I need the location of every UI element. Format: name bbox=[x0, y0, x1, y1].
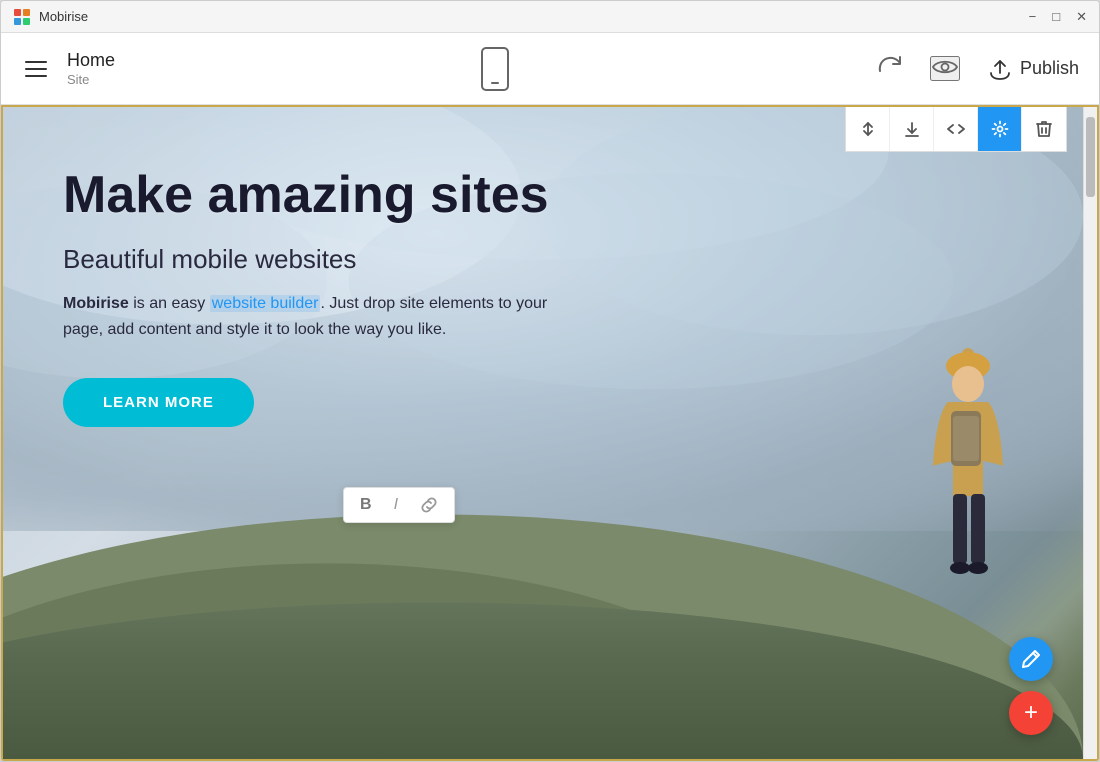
scrollbar-thumb[interactable] bbox=[1086, 117, 1095, 197]
app-logo-icon bbox=[13, 8, 31, 26]
text-format-toolbar: B I bbox=[343, 487, 455, 523]
italic-button[interactable]: I bbox=[390, 494, 402, 516]
close-button[interactable]: ✕ bbox=[1076, 10, 1087, 23]
add-icon: + bbox=[1024, 701, 1038, 725]
publish-label: Publish bbox=[1020, 58, 1079, 79]
reorder-icon bbox=[859, 120, 877, 138]
code-button[interactable] bbox=[934, 107, 978, 151]
hero-desc-text1: is an easy bbox=[129, 295, 210, 312]
main-area: Make amazing sites Beautiful mobile webs… bbox=[1, 105, 1099, 761]
titlebar: Mobirise − □ ✕ bbox=[1, 1, 1099, 33]
undo-button[interactable] bbox=[876, 55, 902, 83]
toolbar-center bbox=[481, 47, 509, 91]
hero-description[interactable]: Mobirise is an easy website builder. Jus… bbox=[63, 291, 583, 342]
hamburger-line-3 bbox=[25, 75, 47, 77]
app-title: Mobirise bbox=[39, 9, 88, 24]
learn-more-button[interactable]: LEARN MORE bbox=[63, 378, 254, 427]
site-info: Home Site bbox=[67, 50, 115, 87]
hero-subtitle[interactable]: Beautiful mobile websites bbox=[63, 244, 1023, 275]
maximize-button[interactable]: □ bbox=[1052, 10, 1060, 23]
download-button[interactable] bbox=[890, 107, 934, 151]
settings-button[interactable] bbox=[978, 107, 1022, 151]
bold-icon: B bbox=[360, 496, 372, 514]
hero-content: Make amazing sites Beautiful mobile webs… bbox=[3, 107, 1083, 759]
site-name: Home bbox=[67, 50, 115, 72]
toolbar: Home Site bbox=[1, 33, 1099, 105]
hero-section: Make amazing sites Beautiful mobile webs… bbox=[3, 107, 1083, 759]
link-button[interactable] bbox=[416, 494, 442, 516]
toolbar-right: Publish bbox=[876, 55, 1079, 83]
app-window: Mobirise − □ ✕ Home Site bbox=[0, 0, 1100, 762]
delete-button[interactable] bbox=[1022, 107, 1066, 151]
settings-icon bbox=[991, 120, 1009, 138]
minimize-button[interactable]: − bbox=[1029, 10, 1037, 23]
bold-button[interactable]: B bbox=[356, 494, 376, 516]
publish-icon bbox=[988, 58, 1012, 80]
hamburger-line-2 bbox=[25, 68, 47, 70]
menu-button[interactable] bbox=[21, 57, 51, 81]
hero-desc-highlight: website builder bbox=[210, 295, 321, 312]
link-icon bbox=[420, 496, 438, 514]
eye-icon bbox=[932, 58, 958, 76]
hero-desc-bold: Mobirise bbox=[63, 295, 129, 312]
titlebar-controls: − □ ✕ bbox=[1029, 10, 1087, 23]
pencil-icon bbox=[1021, 649, 1041, 669]
code-icon bbox=[947, 120, 965, 138]
toolbar-left: Home Site bbox=[21, 50, 115, 87]
trash-icon bbox=[1036, 120, 1052, 138]
undo-icon bbox=[876, 55, 902, 77]
fab-container: + bbox=[1009, 637, 1053, 735]
edit-fab-button[interactable] bbox=[1009, 637, 1053, 681]
preview-button[interactable] bbox=[930, 56, 960, 81]
scrollbar[interactable] bbox=[1083, 107, 1097, 759]
hero-title[interactable]: Make amazing sites bbox=[63, 167, 1023, 224]
italic-icon: I bbox=[394, 496, 398, 514]
site-sub: Site bbox=[67, 72, 115, 87]
canvas: Make amazing sites Beautiful mobile webs… bbox=[3, 107, 1083, 759]
add-fab-button[interactable]: + bbox=[1009, 691, 1053, 735]
section-toolbar bbox=[845, 107, 1067, 152]
reorder-button[interactable] bbox=[846, 107, 890, 151]
titlebar-left: Mobirise bbox=[13, 8, 88, 26]
hamburger-line-1 bbox=[25, 61, 47, 63]
download-icon bbox=[903, 120, 921, 138]
publish-button[interactable]: Publish bbox=[988, 58, 1079, 80]
mobile-preview-icon[interactable] bbox=[481, 47, 509, 91]
